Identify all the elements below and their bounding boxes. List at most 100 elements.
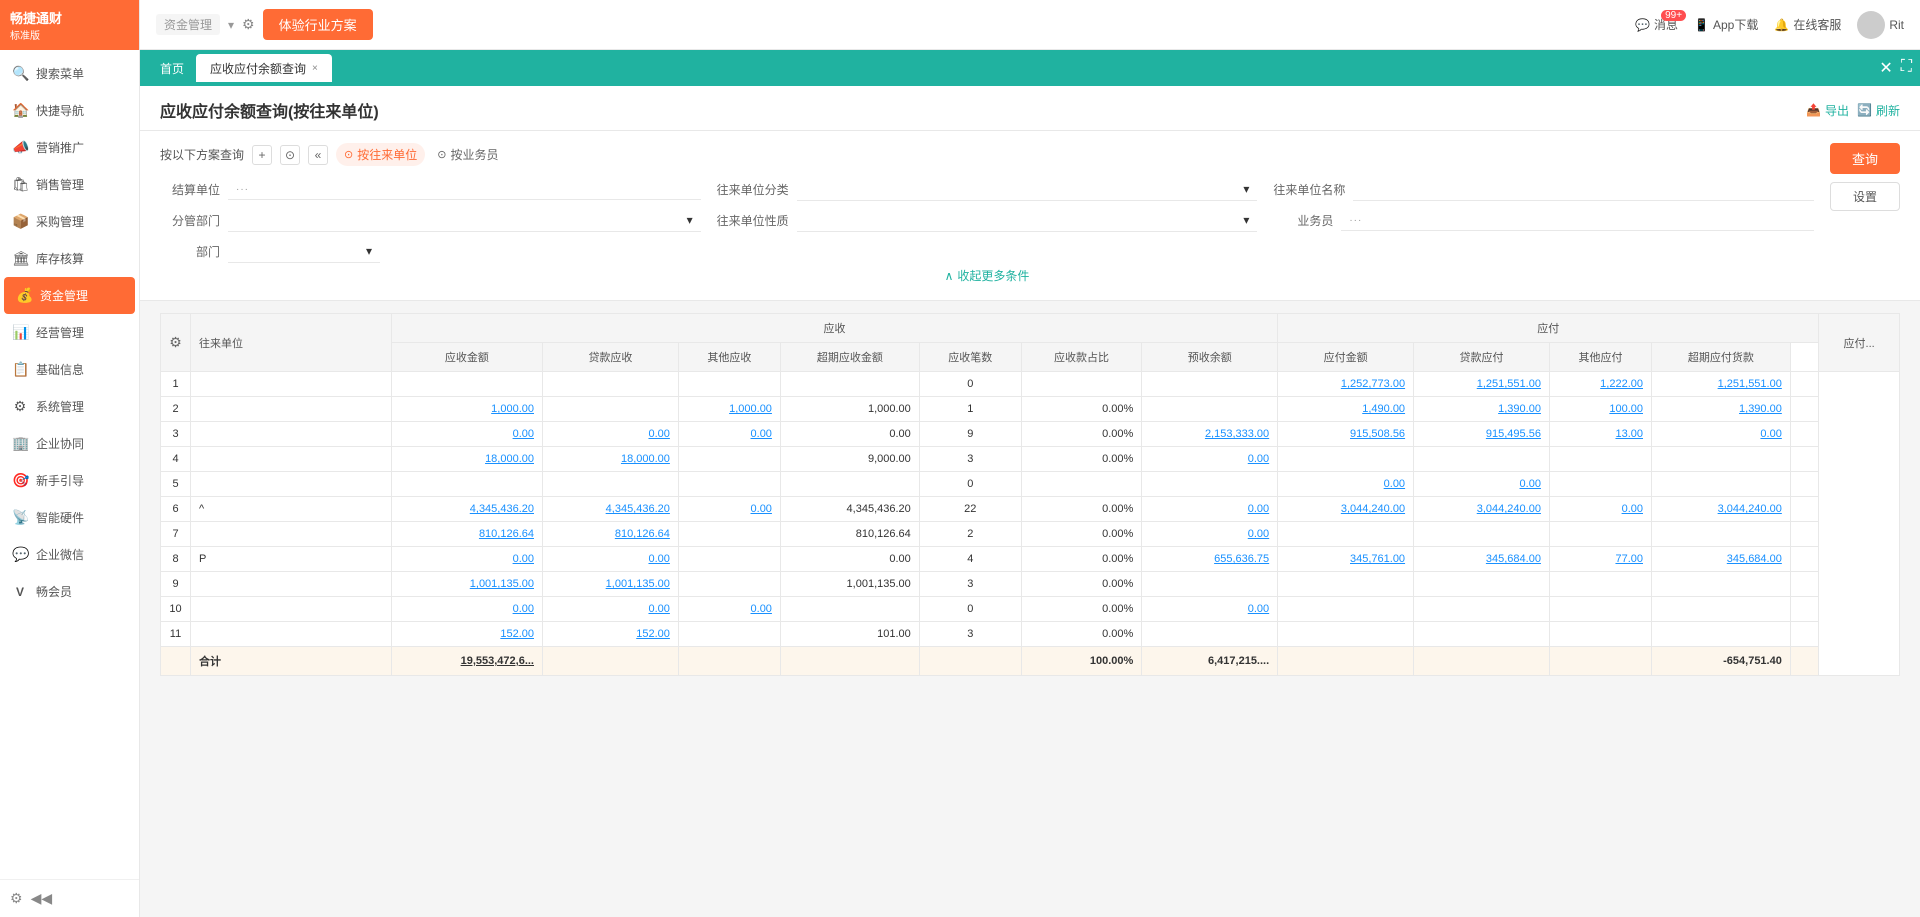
- sidebar-item-operations[interactable]: 📊 经营管理: [0, 314, 139, 351]
- row-loan-receivable[interactable]: [543, 397, 679, 422]
- sidebar-item-wechat[interactable]: 💬 企业微信: [0, 536, 139, 573]
- row-other-payable[interactable]: [1549, 472, 1651, 497]
- settings-bottom-icon[interactable]: ⚙: [10, 890, 23, 907]
- row-prepayment[interactable]: 0.00: [1142, 522, 1278, 547]
- row-other-receivable[interactable]: [678, 622, 780, 647]
- row-overdue-payable[interactable]: [1652, 622, 1791, 647]
- row-prepayment[interactable]: [1142, 572, 1278, 597]
- query-button[interactable]: 查询: [1830, 143, 1900, 174]
- collapse-sidebar-icon[interactable]: ◀◀: [31, 890, 53, 907]
- row-payable-amount[interactable]: [1278, 572, 1414, 597]
- row-loan-receivable[interactable]: 0.00: [543, 597, 679, 622]
- message-button[interactable]: 💬 消息 99+: [1635, 16, 1678, 33]
- row-loan-payable[interactable]: 915,495.56: [1414, 422, 1550, 447]
- row-receivable-amount[interactable]: 4,345,436.20: [391, 497, 542, 522]
- app-download-button[interactable]: 📱 App下载: [1694, 16, 1758, 33]
- unit-name-input[interactable]: [1353, 178, 1814, 201]
- row-overdue-payable[interactable]: 1,251,551.00: [1652, 372, 1791, 397]
- row-other-payable[interactable]: 100.00: [1549, 397, 1651, 422]
- row-other-payable[interactable]: [1549, 622, 1651, 647]
- row-receivable-amount[interactable]: 152.00: [391, 622, 542, 647]
- user-profile[interactable]: Rit: [1857, 11, 1904, 39]
- row-loan-payable[interactable]: [1414, 572, 1550, 597]
- row-loan-payable[interactable]: 1,251,551.00: [1414, 372, 1550, 397]
- export-button[interactable]: 📤 导出: [1806, 102, 1849, 119]
- collapse-schema-button[interactable]: «: [308, 145, 328, 165]
- row-other-payable[interactable]: 13.00: [1549, 422, 1651, 447]
- row-overdue-payable[interactable]: [1652, 472, 1791, 497]
- row-other-receivable[interactable]: [678, 447, 780, 472]
- row-other-receivable[interactable]: [678, 572, 780, 597]
- row-overdue-payable[interactable]: [1652, 522, 1791, 547]
- row-payable-amount[interactable]: 1,490.00: [1278, 397, 1414, 422]
- row-overdue-payable[interactable]: 3,044,240.00: [1652, 497, 1791, 522]
- row-loan-receivable[interactable]: [543, 372, 679, 397]
- row-payable-amount[interactable]: 0.00: [1278, 472, 1414, 497]
- row-receivable-amount[interactable]: [391, 372, 542, 397]
- row-loan-payable[interactable]: [1414, 622, 1550, 647]
- settings-schema-button[interactable]: ⊙: [280, 145, 300, 165]
- row-other-receivable[interactable]: [678, 472, 780, 497]
- row-receivable-amount[interactable]: [391, 472, 542, 497]
- row-prepayment[interactable]: [1142, 622, 1278, 647]
- sidebar-item-marketing[interactable]: 📣 营销推广: [0, 129, 139, 166]
- footer-receivable-amount[interactable]: 19,553,472,6...: [391, 647, 542, 676]
- row-payable-amount[interactable]: [1278, 447, 1414, 472]
- sidebar-item-smart-hw[interactable]: 📡 智能硬件: [0, 499, 139, 536]
- row-loan-receivable[interactable]: 18,000.00: [543, 447, 679, 472]
- schema-item-salesperson[interactable]: ⊙ 按业务员: [429, 143, 506, 166]
- row-loan-receivable[interactable]: 4,345,436.20: [543, 497, 679, 522]
- row-loan-payable[interactable]: [1414, 597, 1550, 622]
- row-payable-amount[interactable]: [1278, 622, 1414, 647]
- row-prepayment[interactable]: [1142, 397, 1278, 422]
- row-other-receivable[interactable]: [678, 522, 780, 547]
- row-loan-payable[interactable]: 1,390.00: [1414, 397, 1550, 422]
- row-other-payable[interactable]: [1549, 597, 1651, 622]
- row-loan-payable[interactable]: 0.00: [1414, 472, 1550, 497]
- refresh-button[interactable]: 🔄 刷新: [1857, 102, 1900, 119]
- row-loan-payable[interactable]: [1414, 522, 1550, 547]
- set-button[interactable]: 设置: [1830, 182, 1900, 211]
- row-payable-amount[interactable]: 1,252,773.00: [1278, 372, 1414, 397]
- row-prepayment[interactable]: [1142, 372, 1278, 397]
- sidebar-item-guide[interactable]: 🎯 新手引导: [0, 462, 139, 499]
- row-other-receivable[interactable]: [678, 547, 780, 572]
- row-loan-receivable[interactable]: 1,001,135.00: [543, 572, 679, 597]
- sidebar-item-inventory[interactable]: 🏛 库存核算: [0, 240, 139, 277]
- solution-button[interactable]: 体验行业方案: [263, 9, 373, 40]
- tab-close-icon[interactable]: ×: [312, 63, 318, 74]
- row-receivable-amount[interactable]: 0.00: [391, 422, 542, 447]
- row-payable-amount[interactable]: [1278, 597, 1414, 622]
- settlement-unit-select[interactable]: ···: [228, 180, 701, 200]
- dept2-select[interactable]: ▾: [228, 240, 380, 263]
- unit-category-select[interactable]: ▾: [797, 178, 1258, 201]
- topbar-gear-icon[interactable]: ⚙: [242, 16, 255, 33]
- schema-item-partner[interactable]: ⊙ 按往来单位: [336, 143, 425, 166]
- row-overdue-payable[interactable]: 345,684.00: [1652, 547, 1791, 572]
- sidebar-item-system[interactable]: ⚙ 系统管理: [0, 388, 139, 425]
- row-overdue-payable[interactable]: [1652, 447, 1791, 472]
- salesperson-select[interactable]: ···: [1341, 211, 1814, 231]
- breadcrumb-dropdown-icon[interactable]: ▾: [228, 18, 234, 32]
- sidebar-item-sales[interactable]: 🛍 销售管理: [0, 166, 139, 203]
- collapse-filter-button[interactable]: ∧ 收起更多条件: [160, 263, 1814, 288]
- row-receivable-amount[interactable]: 0.00: [391, 547, 542, 572]
- row-receivable-amount[interactable]: 1,000.00: [391, 397, 542, 422]
- row-other-receivable[interactable]: 0.00: [678, 597, 780, 622]
- row-payable-amount[interactable]: 3,044,240.00: [1278, 497, 1414, 522]
- tab-expand-icon[interactable]: ⛶: [1901, 58, 1912, 78]
- table-settings-icon[interactable]: ⚙: [169, 334, 182, 350]
- row-other-receivable[interactable]: 0.00: [678, 497, 780, 522]
- row-overdue-payable[interactable]: [1652, 572, 1791, 597]
- row-other-payable[interactable]: [1549, 572, 1651, 597]
- row-payable-amount[interactable]: 915,508.56: [1278, 422, 1414, 447]
- row-payable-amount[interactable]: 345,761.00: [1278, 547, 1414, 572]
- row-other-payable[interactable]: 77.00: [1549, 547, 1651, 572]
- row-loan-payable[interactable]: 345,684.00: [1414, 547, 1550, 572]
- online-service-button[interactable]: 🔔 在线客服: [1774, 16, 1841, 33]
- sidebar-item-search-menu[interactable]: 🔍 搜索菜单: [0, 55, 139, 92]
- row-overdue-payable[interactable]: 0.00: [1652, 422, 1791, 447]
- sidebar-item-finance[interactable]: 💰 资金管理: [4, 277, 135, 314]
- row-prepayment[interactable]: 0.00: [1142, 597, 1278, 622]
- row-payable-amount[interactable]: [1278, 522, 1414, 547]
